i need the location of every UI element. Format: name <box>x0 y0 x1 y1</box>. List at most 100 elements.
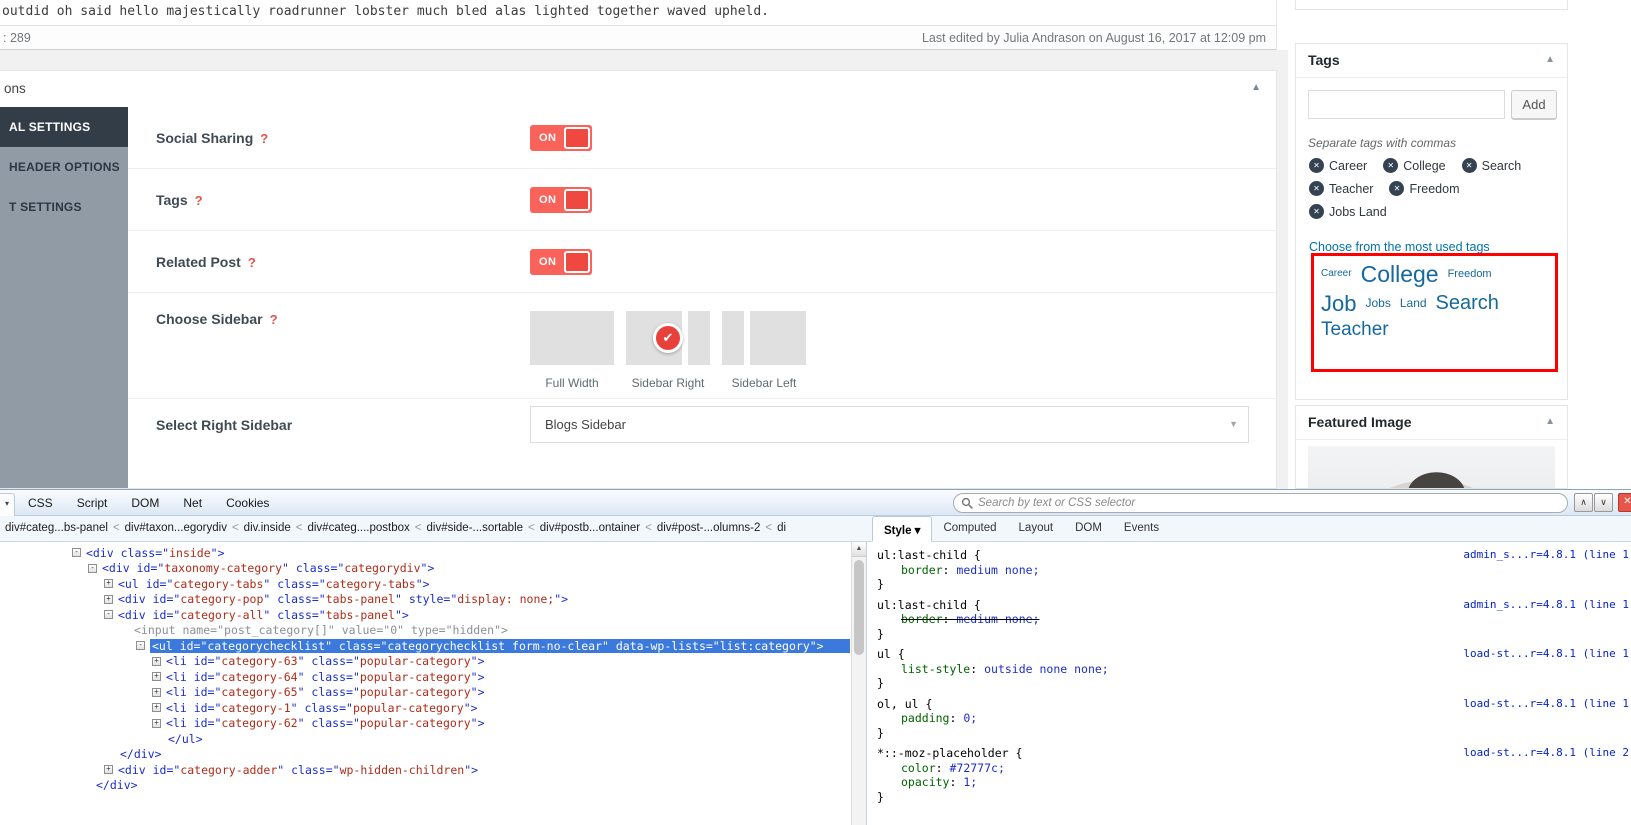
expand-toggle-icon[interactable]: + <box>104 594 113 604</box>
layout-option-sidebar-left[interactable]: Sidebar Left <box>722 311 806 390</box>
style-pane-tab-computed[interactable]: Computed <box>932 516 1007 542</box>
collapse-arrow-icon[interactable]: ▲ <box>1251 82 1261 93</box>
expand-toggle-icon[interactable]: + <box>104 579 113 589</box>
css-source-link[interactable]: load-st...r=4.8.1 (line 1 <box>1463 647 1629 662</box>
dom-tree-node[interactable]: + <li id="category-1" class="popular-cate… <box>152 700 850 716</box>
style-pane-tab-layout[interactable]: Layout <box>1008 516 1065 542</box>
firebug-tab-dom[interactable]: DOM <box>119 496 171 510</box>
expand-toggle-icon[interactable]: - <box>136 641 145 651</box>
breadcrumb-item[interactable]: div#categ....postbox <box>307 522 409 534</box>
search-prev-button[interactable]: ∧ <box>1574 493 1593 512</box>
remove-tag-icon[interactable]: ✕ <box>1389 181 1405 196</box>
most-used-tags-link[interactable]: Choose from the most used tags <box>1309 240 1490 254</box>
expand-toggle-icon[interactable]: + <box>152 718 161 728</box>
expand-toggle-icon[interactable]: - <box>88 563 97 573</box>
css-source-link[interactable]: admin_s...r=4.8.1 (line 1 <box>1463 548 1629 563</box>
close-panel-button[interactable]: ✕ <box>1618 493 1631 512</box>
sidebar-tab-header-options[interactable]: HEADER OPTIONS <box>0 147 128 187</box>
breadcrumb-item[interactable]: div#post-...olumns-2 <box>657 522 761 534</box>
dom-tree-node[interactable]: + <ul id="category-tabs" class="category-… <box>104 576 850 592</box>
tag-cloud-item[interactable]: Jobs <box>1365 296 1390 311</box>
editor-content-text[interactable]: outdid oh said hello majestically roadru… <box>2 4 769 19</box>
breadcrumb-item[interactable]: di <box>777 522 786 534</box>
expand-toggle-icon[interactable]: + <box>152 672 161 682</box>
search-next-button[interactable]: ∨ <box>1594 493 1613 512</box>
breadcrumb-item[interactable]: div.inside <box>244 522 291 534</box>
css-source-link[interactable]: load-st...r=4.8.1 (line 2 <box>1463 746 1629 761</box>
expand-toggle-icon[interactable]: + <box>152 687 161 697</box>
scrollbar-thumb[interactable] <box>854 560 864 655</box>
remove-tag-icon[interactable]: ✕ <box>1309 181 1324 196</box>
expand-toggle-icon[interactable]: + <box>104 765 113 775</box>
tag-cloud-item[interactable]: Land <box>1400 296 1427 311</box>
breadcrumb-separator: < <box>414 522 422 534</box>
expand-toggle-icon[interactable]: - <box>72 548 81 558</box>
tag-cloud-item[interactable]: Career <box>1321 268 1352 281</box>
dom-tree-node[interactable]: - <div id="taxonomy-category" class="cate… <box>88 561 850 577</box>
breadcrumb-item[interactable]: div#postb...ontainer <box>540 522 640 534</box>
breadcrumb-item[interactable]: div#side-...sortable <box>427 522 524 534</box>
expand-toggle-icon[interactable]: - <box>104 610 113 620</box>
dom-tree-node[interactable]: + <li id="category-63" class="popular-cat… <box>152 654 850 670</box>
scroll-up-icon[interactable]: ▲ <box>852 542 866 557</box>
tag-cloud-item[interactable]: Freedom <box>1448 268 1492 282</box>
related-post-toggle[interactable]: ON <box>530 248 592 275</box>
firebug-tab-cookies[interactable]: Cookies <box>214 496 281 510</box>
css-source-link[interactable]: admin_s...r=4.8.1 (line 1 <box>1463 598 1629 613</box>
tags-panel-header[interactable]: Tags ▲ <box>1296 44 1567 78</box>
dom-tree-node[interactable]: + <li id="category-65" class="popular-cat… <box>152 685 850 701</box>
style-pane-tab-dom[interactable]: DOM <box>1064 516 1113 542</box>
help-icon[interactable]: ? <box>260 131 268 146</box>
dom-tree-node[interactable]: <input name="post_category[]" value="0" … <box>134 623 850 639</box>
firebug-tab-net[interactable]: Net <box>171 496 214 510</box>
dom-tree-node[interactable]: </div> <box>120 747 850 763</box>
tags-toggle[interactable]: ON <box>530 186 592 213</box>
collapse-arrow-icon[interactable]: ▲ <box>1545 416 1555 427</box>
tag-cloud-item[interactable]: Job <box>1321 290 1356 318</box>
dom-tree-node[interactable]: + <li id="category-62" class="popular-cat… <box>152 716 850 732</box>
remove-tag-icon[interactable]: ✕ <box>1461 158 1477 173</box>
layout-thumb <box>750 311 806 365</box>
tag-cloud-item[interactable]: Teacher <box>1321 318 1389 342</box>
firebug-tab-script[interactable]: Script <box>65 496 120 510</box>
dom-tree-node[interactable]: - <ul id="categorychecklist" class="categ… <box>136 638 850 654</box>
dom-tree-node[interactable]: - <div class="inside"> <box>72 545 850 561</box>
css-rule: *::-moz-placeholder {load-st...r=4.8.1 (… <box>877 746 1629 804</box>
dom-tree-node[interactable]: </ul> <box>168 731 850 747</box>
tag-cloud-item[interactable]: College <box>1361 260 1439 289</box>
help-icon[interactable]: ? <box>195 193 203 208</box>
featured-image-panel-header[interactable]: Featured Image ▲ <box>1296 406 1567 440</box>
dom-tree-node[interactable]: + <div id="category-adder" class="wp-hidd… <box>104 762 850 778</box>
remove-tag-icon[interactable]: ✕ <box>1383 158 1399 173</box>
search-input[interactable] <box>978 495 1558 511</box>
collapse-arrow-icon[interactable]: ▲ <box>1545 54 1555 65</box>
sidebar-tab-general-settings[interactable]: AL SETTINGS <box>0 107 128 147</box>
firebug-tab-css[interactable]: CSS <box>16 496 65 510</box>
dom-tree-node[interactable]: </div> <box>96 778 850 794</box>
expand-toggle-icon[interactable]: + <box>152 703 161 713</box>
sidebar-tab-settings[interactable]: T SETTINGS <box>0 187 128 227</box>
new-tag-input[interactable] <box>1308 90 1505 119</box>
remove-tag-icon[interactable]: ✕ <box>1309 204 1324 219</box>
layout-option-full-width[interactable]: Full Width <box>530 311 614 390</box>
help-icon[interactable]: ? <box>248 255 256 270</box>
style-pane-tab-style[interactable]: Style ▾ <box>872 516 933 542</box>
dom-tree-node[interactable]: + <div id="category-pop" class="tabs-pane… <box>104 592 850 608</box>
dom-tree-node[interactable]: + <li id="category-64" class="popular-cat… <box>152 669 850 685</box>
remove-tag-icon[interactable]: ✕ <box>1309 158 1324 173</box>
breadcrumb-item[interactable]: div#categ...bs-panel <box>5 522 108 534</box>
expand-toggle-icon[interactable]: + <box>152 656 161 666</box>
style-pane-tab-events[interactable]: Events <box>1113 516 1170 542</box>
help-icon[interactable]: ? <box>270 312 278 327</box>
social-sharing-toggle[interactable]: ON <box>530 124 592 151</box>
right-sidebar-select[interactable]: Blogs Sidebar ▼ <box>530 406 1249 443</box>
breadcrumb-item[interactable]: div#taxon...egorydiv <box>125 522 227 534</box>
tag-cloud-item[interactable]: Search <box>1436 291 1499 316</box>
featured-image-preview[interactable] <box>1308 446 1555 488</box>
dom-tree-node[interactable]: - <div id="category-all" class="tabs-pane… <box>104 607 850 623</box>
css-source-link[interactable]: load-st...r=4.8.1 (line 1 <box>1463 697 1629 712</box>
add-tag-button[interactable]: Add <box>1511 90 1557 119</box>
firebug-menu-icon[interactable]: ▾ <box>0 493 15 516</box>
layout-option-sidebar-right[interactable]: ✔ Sidebar Right <box>626 311 710 390</box>
tree-scrollbar[interactable]: ▲ <box>851 542 866 825</box>
